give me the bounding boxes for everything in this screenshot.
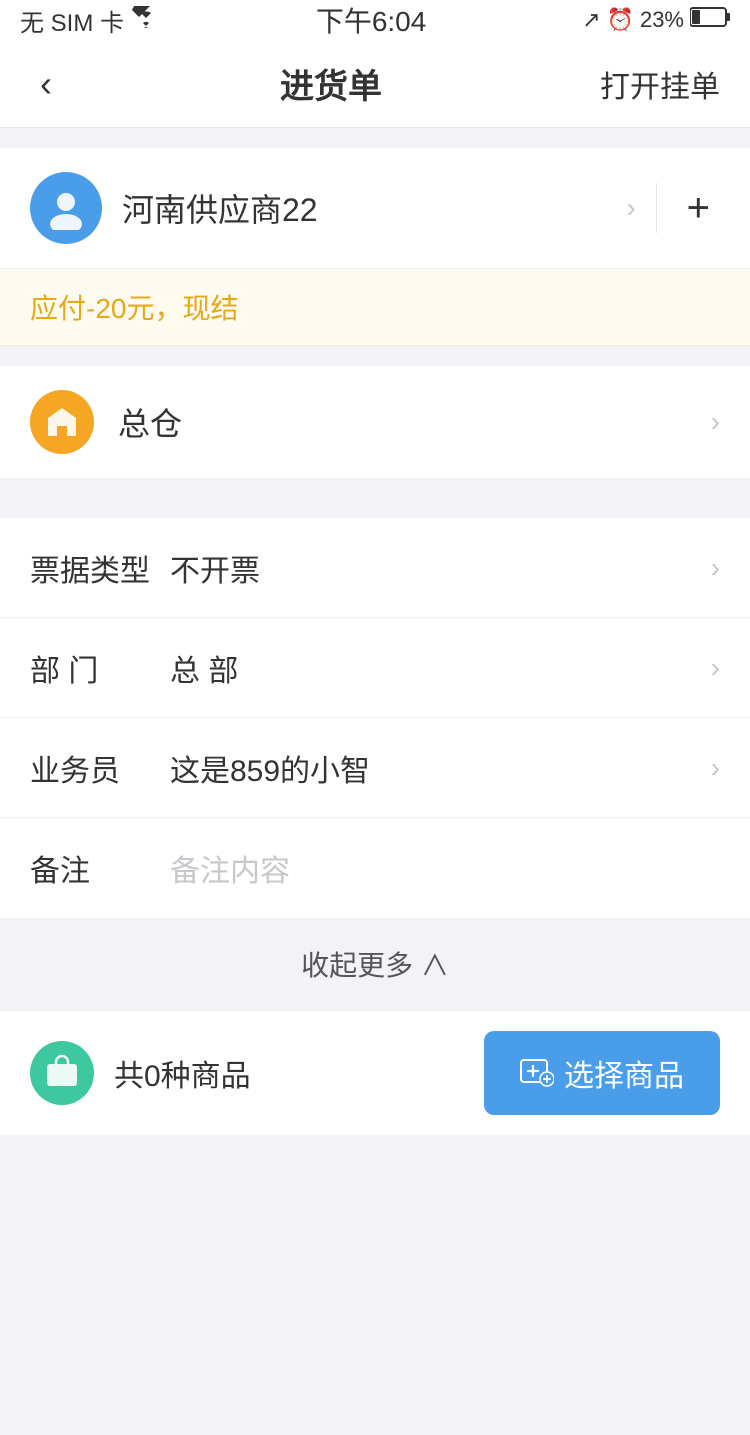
spacer-1 xyxy=(0,128,750,148)
spacer-2 xyxy=(0,346,750,366)
battery-icon xyxy=(690,6,730,34)
status-time: 下午6:04 xyxy=(316,0,427,40)
supplier-chevron-icon: › xyxy=(626,192,635,224)
invoice-type-label: 票据类型 xyxy=(30,546,170,590)
page-title: 进货单 xyxy=(280,59,382,108)
select-product-button[interactable]: 选择商品 xyxy=(484,1031,720,1115)
salesperson-chevron-icon: › xyxy=(711,752,720,784)
remark-row[interactable]: 备注 备注内容 xyxy=(0,818,750,918)
page-rest xyxy=(0,1135,750,1435)
bottom-bar: 共0种商品 选择商品 xyxy=(0,1010,750,1135)
add-supplier-button[interactable]: + xyxy=(677,186,720,231)
department-label: 部 门 xyxy=(30,646,170,690)
warehouse-chevron-icon: › xyxy=(711,406,720,438)
status-right: ↗ ⏰ 23% xyxy=(582,6,730,34)
invoice-type-value: 不开票 xyxy=(170,546,701,590)
salesperson-label: 业务员 xyxy=(30,746,170,790)
supplier-name: 河南供应商22 xyxy=(122,185,616,231)
department-row[interactable]: 部 门 总 部 › xyxy=(0,618,750,718)
supplier-divider xyxy=(656,183,657,233)
nav-bar: ‹ 进货单 打开挂单 xyxy=(0,40,750,128)
department-value: 总 部 xyxy=(170,646,701,690)
supplier-row[interactable]: 河南供应商22 › + xyxy=(0,148,750,269)
warehouse-section: 总仓 › xyxy=(0,366,750,478)
signal-text: 无 SIM 卡 xyxy=(20,3,124,38)
warehouse-row[interactable]: 总仓 › xyxy=(0,366,750,478)
open-pending-button[interactable]: 打开挂单 xyxy=(600,62,720,106)
notice-banner: 应付-20元，现结 xyxy=(0,269,750,346)
invoice-type-chevron-icon: › xyxy=(711,552,720,584)
back-button[interactable]: ‹ xyxy=(30,53,62,115)
invoice-type-row[interactable]: 票据类型 不开票 › xyxy=(0,518,750,618)
supplier-avatar xyxy=(30,172,102,244)
warehouse-icon-wrap xyxy=(30,390,94,454)
status-bar: 无 SIM 卡 下午6:04 ↗ ⏰ 23% xyxy=(0,0,750,40)
salesperson-value: 这是859的小智 xyxy=(170,746,701,790)
collapse-button[interactable]: 收起更多 ∧ xyxy=(0,918,750,1010)
supplier-section: 河南供应商22 › + 应付-20元，现结 xyxy=(0,148,750,346)
remark-label: 备注 xyxy=(30,846,170,890)
product-count-label: 共0种商品 xyxy=(114,1051,484,1095)
salesperson-row[interactable]: 业务员 这是859的小智 › xyxy=(0,718,750,818)
department-chevron-icon: › xyxy=(711,652,720,684)
spacer-3 xyxy=(0,478,750,498)
wifi-icon xyxy=(132,6,160,35)
warehouse-name: 总仓 xyxy=(118,399,701,445)
product-icon-wrap xyxy=(30,1041,94,1105)
form-section: 票据类型 不开票 › 部 门 总 部 › 业务员 这是859的小智 › 备注 备… xyxy=(0,518,750,918)
battery-text: 23% xyxy=(640,7,684,33)
remark-placeholder: 备注内容 xyxy=(170,846,720,890)
location-icon: ↗ xyxy=(582,7,600,33)
status-left: 无 SIM 卡 xyxy=(20,3,160,38)
select-product-label: 选择商品 xyxy=(564,1051,684,1095)
alarm-icon: ⏰ xyxy=(607,7,634,33)
